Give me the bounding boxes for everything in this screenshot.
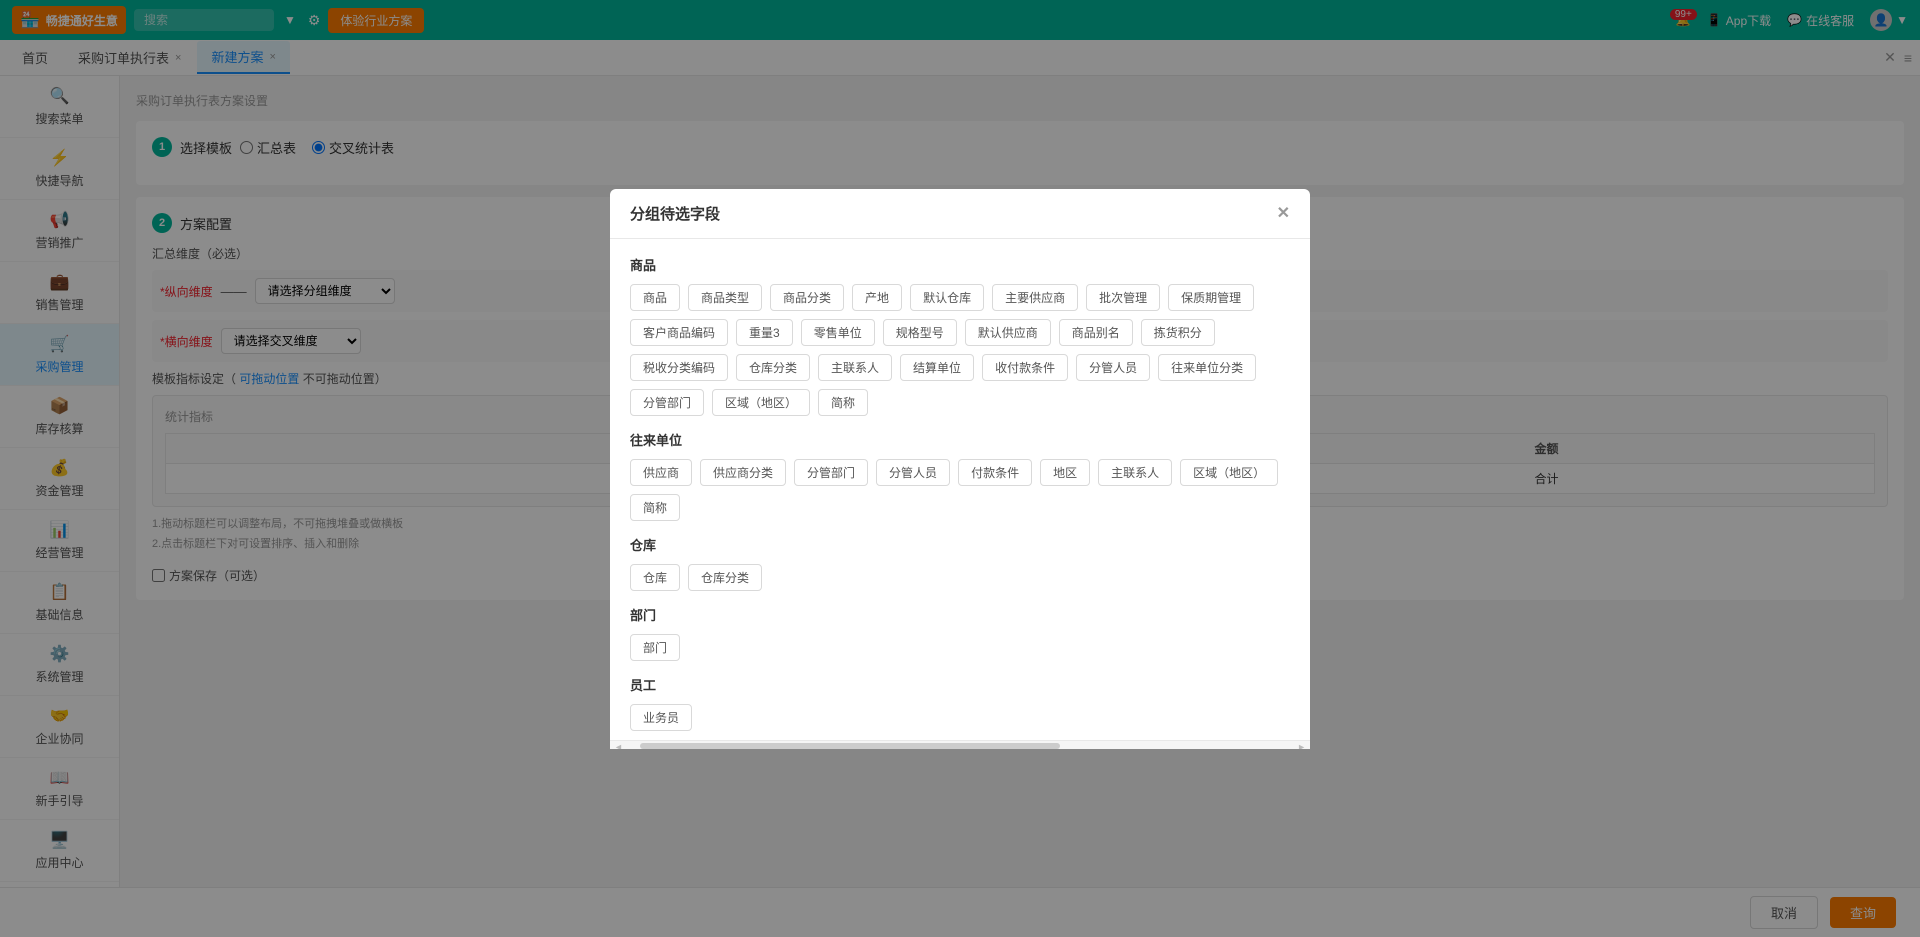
field-tag-goods-type[interactable]: 商品类型 — [688, 284, 762, 311]
field-tag-spec-model[interactable]: 规格型号 — [883, 319, 957, 346]
field-tag-payment-terms[interactable]: 收付款条件 — [982, 354, 1068, 381]
field-tag-party-short[interactable]: 简称 — [630, 494, 680, 521]
field-tag-goods-category[interactable]: 商品分类 — [770, 284, 844, 311]
field-tag-expiry-mgmt[interactable]: 保质期管理 — [1168, 284, 1254, 311]
modal-close-button[interactable]: ✕ — [1277, 203, 1290, 223]
field-tag-dept[interactable]: 部门 — [630, 634, 680, 661]
section-header-goods: 商品 — [630, 255, 1290, 274]
section-header-employee: 员工 — [630, 675, 1290, 694]
field-tag-warehouse-cat[interactable]: 仓库分类 — [688, 564, 762, 591]
field-tag-warehouse[interactable]: 仓库 — [630, 564, 680, 591]
field-tag-customer-code[interactable]: 客户商品编码 — [630, 319, 728, 346]
field-tag-short-name[interactable]: 简称 — [818, 389, 868, 416]
party-fields-grid: 供应商 供应商分类 分管部门 分管人员 付款条件 地区 主联系人 区域（地区） … — [630, 459, 1290, 521]
field-tag-main-contact[interactable]: 主联系人 — [818, 354, 892, 381]
field-tag-batch-mgmt[interactable]: 批次管理 — [1086, 284, 1160, 311]
field-selection-modal: 分组待选字段 ✕ 商品 商品 商品类型 商品分类 产地 默认仓库 主要供应商 批… — [610, 189, 1310, 749]
field-tag-retail-unit[interactable]: 零售单位 — [801, 319, 875, 346]
field-tag-party-region[interactable]: 区域（地区） — [1180, 459, 1278, 486]
field-tag-region[interactable]: 区域（地区） — [712, 389, 810, 416]
field-tag-supervisor[interactable]: 分管人员 — [1076, 354, 1150, 381]
field-tag-origin[interactable]: 产地 — [852, 284, 902, 311]
field-tag-supplier[interactable]: 供应商 — [630, 459, 692, 486]
goods-fields-grid: 商品 商品类型 商品分类 产地 默认仓库 主要供应商 批次管理 保质期管理 客户… — [630, 284, 1290, 416]
field-tag-warehouse-category[interactable]: 仓库分类 — [736, 354, 810, 381]
field-tag-weight3[interactable]: 重量3 — [736, 319, 793, 346]
section-header-dept: 部门 — [630, 605, 1290, 624]
field-tag-pick-points[interactable]: 拣货积分 — [1141, 319, 1215, 346]
field-tag-party-category[interactable]: 往来单位分类 — [1158, 354, 1256, 381]
warehouse-fields-grid: 仓库 仓库分类 — [630, 564, 1290, 591]
field-tag-party-dept[interactable]: 分管部门 — [794, 459, 868, 486]
field-tag-salesperson[interactable]: 业务员 — [630, 704, 692, 731]
field-tag-settlement-unit[interactable]: 结算单位 — [900, 354, 974, 381]
field-tag-party-area[interactable]: 地区 — [1040, 459, 1090, 486]
field-tag-party-payment[interactable]: 付款条件 — [958, 459, 1032, 486]
field-tag-default-warehouse[interactable]: 默认仓库 — [910, 284, 984, 311]
scroll-thumb[interactable] — [640, 743, 1060, 748]
field-tag-mgmt-dept[interactable]: 分管部门 — [630, 389, 704, 416]
modal-title: 分组待选字段 — [630, 203, 720, 224]
modal-body: 商品 商品 商品类型 商品分类 产地 默认仓库 主要供应商 批次管理 保质期管理… — [610, 239, 1310, 741]
field-tag-supplier-category[interactable]: 供应商分类 — [700, 459, 786, 486]
scroll-right-arrow[interactable]: ► — [1297, 742, 1306, 748]
section-header-party: 往来单位 — [630, 430, 1290, 449]
horizontal-scrollbar[interactable]: ◄ ► — [610, 740, 1310, 748]
field-tag-goods-alias[interactable]: 商品别名 — [1059, 319, 1133, 346]
scroll-left-arrow[interactable]: ◄ — [614, 742, 623, 748]
modal-header: 分组待选字段 ✕ — [610, 189, 1310, 239]
modal-overlay: 分组待选字段 ✕ 商品 商品 商品类型 商品分类 产地 默认仓库 主要供应商 批… — [0, 0, 1920, 937]
field-tag-tax-code[interactable]: 税收分类编码 — [630, 354, 728, 381]
field-tag-party-contact[interactable]: 主联系人 — [1098, 459, 1172, 486]
field-tag-default-supplier[interactable]: 默认供应商 — [965, 319, 1051, 346]
field-tag-main-supplier[interactable]: 主要供应商 — [992, 284, 1078, 311]
employee-fields-grid: 业务员 — [630, 704, 1290, 731]
field-tag-goods[interactable]: 商品 — [630, 284, 680, 311]
field-tag-party-person[interactable]: 分管人员 — [876, 459, 950, 486]
dept-fields-grid: 部门 — [630, 634, 1290, 661]
section-header-warehouse: 仓库 — [630, 535, 1290, 554]
